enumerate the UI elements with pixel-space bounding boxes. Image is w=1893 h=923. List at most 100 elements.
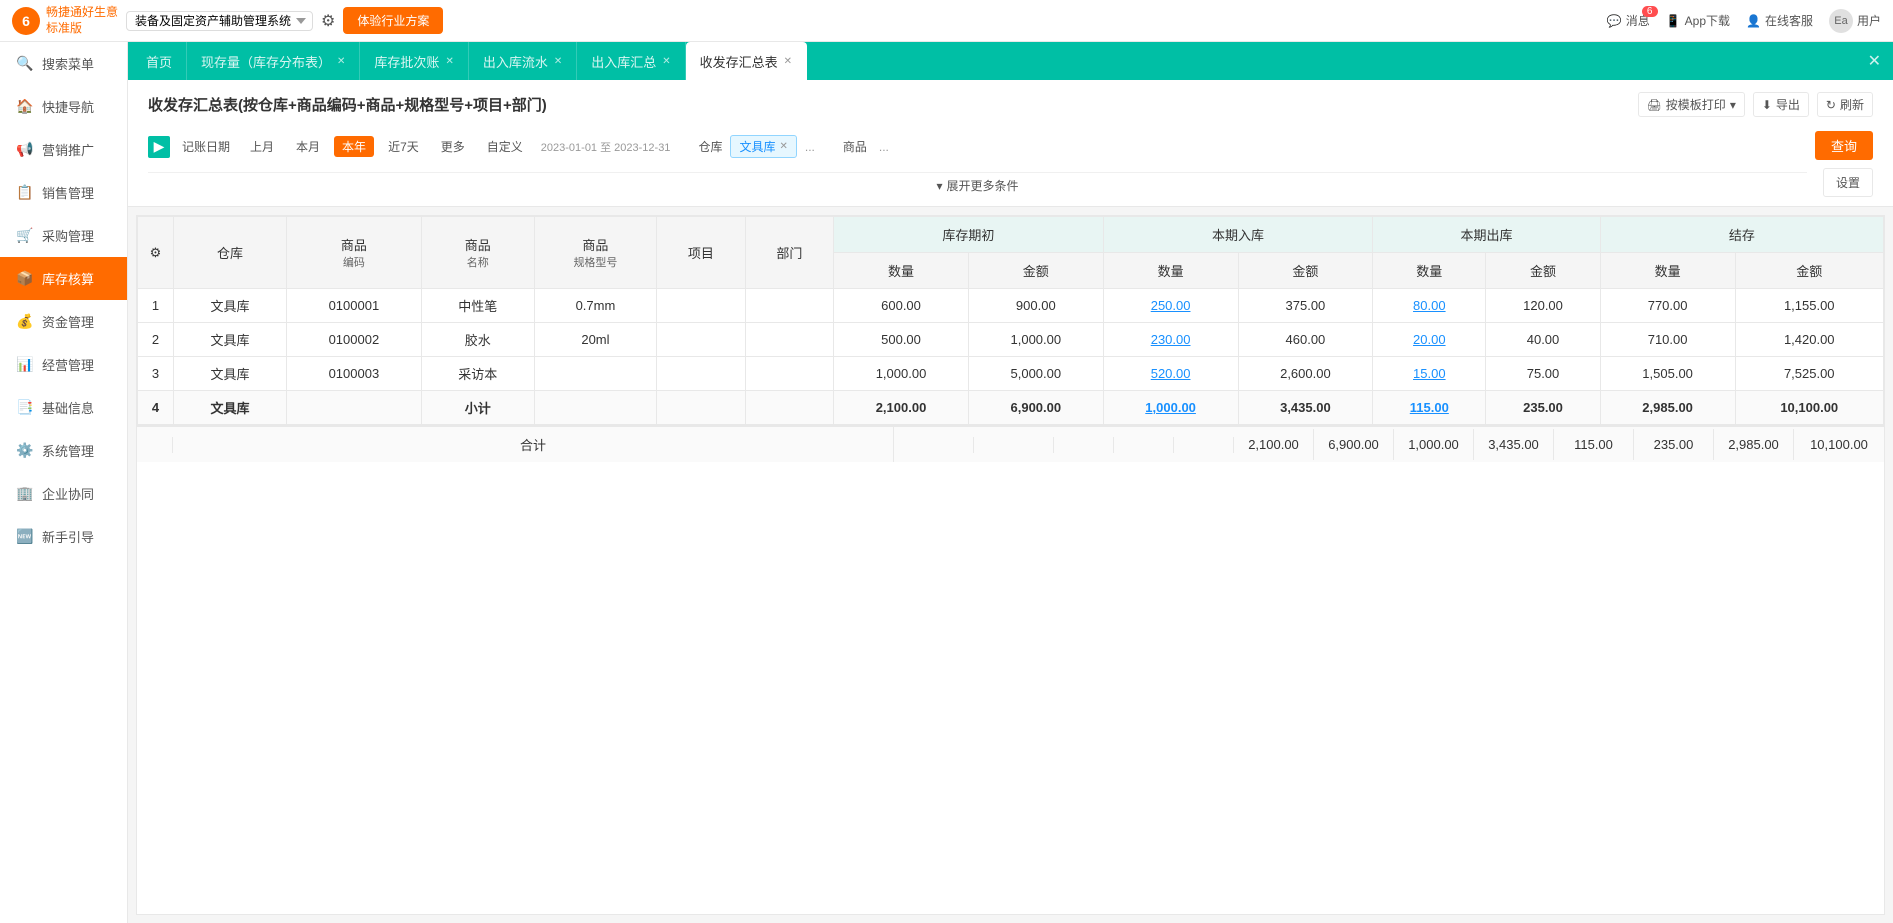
- date-btn-this-month[interactable]: 本月: [288, 136, 328, 157]
- out-qty-cell[interactable]: 20.00: [1373, 323, 1486, 357]
- date-btn-custom[interactable]: 自定义: [479, 136, 531, 157]
- tab-batch[interactable]: 库存批次账✕: [360, 42, 468, 80]
- in-amt-cell: 460.00: [1238, 323, 1373, 357]
- warehouse-tag-close[interactable]: ✕: [779, 141, 787, 152]
- product-code-cell: 0100003: [286, 357, 421, 391]
- in-qty-link[interactable]: 1,000.00: [1145, 400, 1196, 415]
- product-spec-cell: [534, 391, 656, 425]
- tab-bar-close[interactable]: ✕: [1860, 51, 1889, 71]
- sidebar-label-enterprise: 企业协同: [42, 484, 94, 503]
- tab-close-recv_summary[interactable]: ✕: [784, 56, 792, 67]
- export-button[interactable]: ⬇ 导出: [1753, 92, 1809, 117]
- closing-amt-cell: 10,100.00: [1735, 391, 1884, 425]
- print-icon: 🖨: [1647, 98, 1662, 112]
- setting-button[interactable]: 设置: [1823, 168, 1873, 197]
- date-btn-this-year[interactable]: 本年: [334, 136, 374, 157]
- opening-amt-cell: 5,000.00: [968, 357, 1103, 391]
- warehouse-more[interactable]: ...: [805, 140, 815, 154]
- sidebar-item-finance[interactable]: 💰资金管理: [0, 300, 127, 343]
- sidebar-item-purchase[interactable]: 🛒采购管理: [0, 214, 127, 257]
- tab-label-summary_inout: 出入库汇总: [591, 52, 656, 71]
- refresh-button[interactable]: ↻ 刷新: [1817, 92, 1873, 117]
- opening-qty-cell: 600.00: [834, 289, 969, 323]
- warehouse-filter: 仓库 文具库 ✕ ...: [698, 135, 814, 158]
- sidebar-item-basic[interactable]: 📑基础信息: [0, 386, 127, 429]
- tab-flow[interactable]: 出入库流水 ✕: [469, 42, 577, 80]
- col-closing-header: 结存: [1600, 217, 1883, 253]
- sidebar-label-sales: 销售管理: [42, 183, 94, 202]
- warehouse-tag[interactable]: 文具库 ✕: [730, 135, 796, 158]
- in-qty-cell[interactable]: 1,000.00: [1103, 391, 1238, 425]
- opening-qty-cell: 2,100.00: [834, 391, 969, 425]
- sidebar-item-search[interactable]: 🔍搜索菜单: [0, 42, 127, 85]
- out-qty-link[interactable]: 20.00: [1413, 332, 1446, 347]
- col-name-header: 商品名称: [421, 217, 534, 289]
- date-btn-more[interactable]: 更多: [433, 136, 473, 157]
- message-item[interactable]: 💬 消息 6: [1607, 12, 1650, 29]
- product-name-cell: 胶水: [421, 323, 534, 357]
- out-qty-cell[interactable]: 80.00: [1373, 289, 1486, 323]
- tab-close-stock_dist[interactable]: ✕: [337, 56, 345, 67]
- out-qty-link[interactable]: 80.00: [1413, 298, 1446, 313]
- date-btn-last-month[interactable]: 上月: [242, 136, 282, 157]
- in-qty-link[interactable]: 520.00: [1151, 366, 1191, 381]
- date-btn-7days[interactable]: 近7天: [380, 136, 427, 157]
- print-template-button[interactable]: 🖨 按模板打印 ▾: [1638, 92, 1745, 117]
- footer-closing-qty: 2,985.00: [1714, 429, 1794, 460]
- out-amt-cell: 75.00: [1486, 357, 1600, 391]
- in-qty-link[interactable]: 250.00: [1151, 298, 1191, 313]
- sidebar-item-quick[interactable]: 🏠快捷导航: [0, 85, 127, 128]
- out-qty-cell[interactable]: 15.00: [1373, 357, 1486, 391]
- footer-out-qty: 115.00: [1554, 429, 1634, 460]
- in-qty-link[interactable]: 230.00: [1151, 332, 1191, 347]
- data-table: ⚙ 仓库 商品编码 商品名称 商品规格型号 项目 部门 库存期初 本期入库 本期…: [137, 216, 1884, 425]
- footer-empty4: [1054, 437, 1114, 453]
- system-select[interactable]: 装备及固定资产辅助管理系统: [126, 11, 313, 31]
- out-qty-cell[interactable]: 115.00: [1373, 391, 1486, 425]
- tab-stock_dist[interactable]: 现存量（库存分布表）✕: [187, 42, 360, 80]
- gear-button[interactable]: ⚙: [321, 11, 335, 31]
- tab-close-batch[interactable]: ✕: [445, 56, 453, 67]
- tab-bar: 首页现存量（库存分布表）✕库存批次账✕出入库流水✕出入库汇总✕收发存汇总表✕ ✕: [128, 42, 1893, 80]
- header-actions: 🖨 按模板打印 ▾ ⬇ 导出 ↻ 刷新: [1638, 92, 1873, 117]
- tab-label-flow: 出入库流水: [483, 52, 548, 71]
- row-num-cell: 1: [138, 289, 174, 323]
- top-bar-right: 💬 消息 6 📱 App下载 👤 在线客服 Ea 用户: [1607, 9, 1881, 33]
- user-item[interactable]: Ea 用户: [1829, 9, 1881, 33]
- closing-qty-cell: 770.00: [1600, 289, 1735, 323]
- tab-recv_summary[interactable]: 收发存汇总表✕: [686, 42, 807, 80]
- sidebar-item-marketing[interactable]: 📢营销推广: [0, 128, 127, 171]
- sidebar-label-basic: 基础信息: [42, 398, 94, 417]
- table-container: ⚙ 仓库 商品编码 商品名称 商品规格型号 项目 部门 库存期初 本期入库 本期…: [136, 215, 1885, 915]
- sidebar-item-enterprise[interactable]: 🏢企业协同: [0, 472, 127, 515]
- product-spec-cell: 20ml: [534, 323, 656, 357]
- col-settings-header[interactable]: ⚙: [138, 217, 174, 289]
- tab-close-summary_inout[interactable]: ✕: [662, 56, 670, 67]
- out-qty-link[interactable]: 15.00: [1413, 366, 1446, 381]
- sidebar-label-system: 系统管理: [42, 441, 94, 460]
- in-qty-cell[interactable]: 230.00: [1103, 323, 1238, 357]
- expand-icon: ▾: [936, 179, 942, 193]
- product-more[interactable]: ...: [879, 140, 889, 154]
- product-code-cell: 0100002: [286, 323, 421, 357]
- in-qty-cell[interactable]: 520.00: [1103, 357, 1238, 391]
- in-qty-cell[interactable]: 250.00: [1103, 289, 1238, 323]
- sidebar-item-sales[interactable]: 📋销售管理: [0, 171, 127, 214]
- app-download-item[interactable]: 📱 App下载: [1666, 12, 1730, 29]
- tab-close-flow[interactable]: ✕: [554, 56, 562, 67]
- product-code-cell: [286, 391, 421, 425]
- row-num-cell: 4: [138, 391, 174, 425]
- filter-expand-btn[interactable]: ▶: [148, 136, 170, 158]
- sidebar-item-guide[interactable]: 🆕新手引导: [0, 515, 127, 558]
- online-service-item[interactable]: 👤 在线客服: [1746, 12, 1813, 29]
- sidebar-item-operations[interactable]: 📊经营管理: [0, 343, 127, 386]
- expand-more-btn[interactable]: ▾ 展开更多条件: [936, 177, 1018, 194]
- in-amt-cell: 375.00: [1238, 289, 1373, 323]
- tab-home[interactable]: 首页: [132, 42, 187, 80]
- trial-button[interactable]: 体验行业方案: [343, 7, 443, 34]
- sidebar-item-system[interactable]: ⚙️系统管理: [0, 429, 127, 472]
- out-qty-link[interactable]: 115.00: [1410, 400, 1449, 415]
- query-button[interactable]: 查询: [1815, 131, 1873, 160]
- sidebar-item-inventory[interactable]: 📦库存核算: [0, 257, 127, 300]
- tab-summary_inout[interactable]: 出入库汇总 ✕: [577, 42, 685, 80]
